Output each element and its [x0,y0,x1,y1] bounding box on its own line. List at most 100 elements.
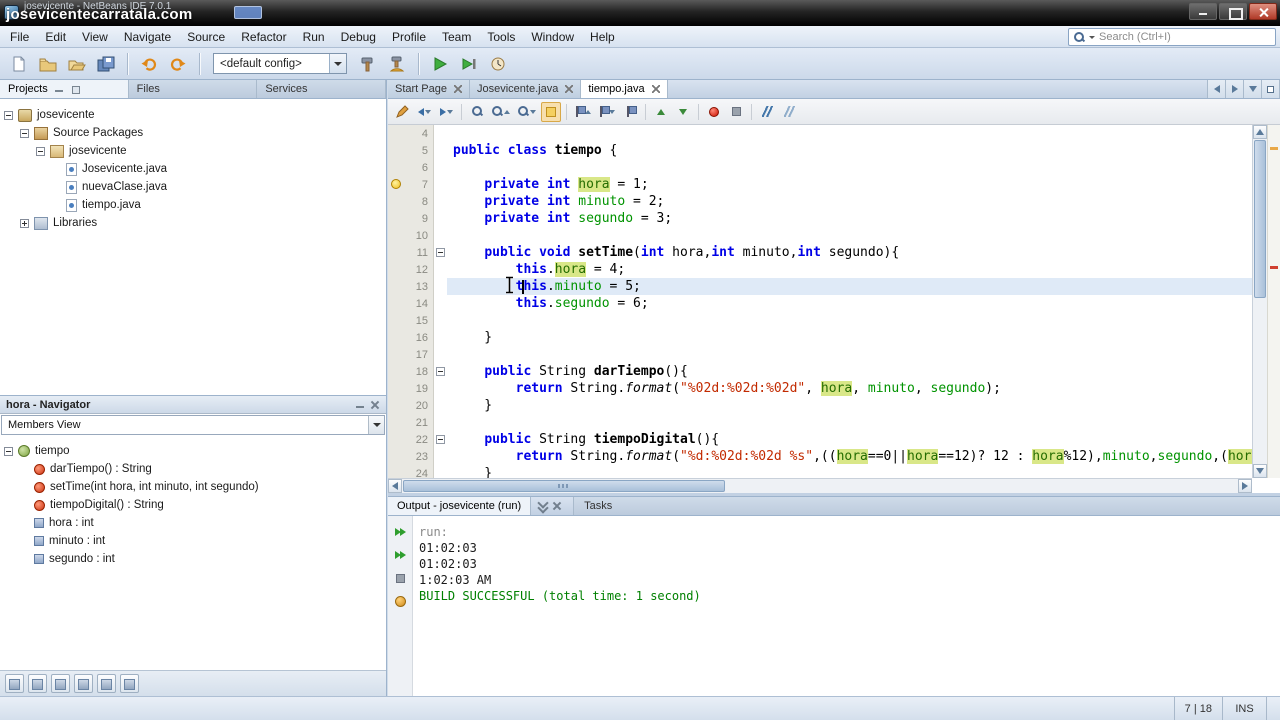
build-project-button[interactable] [355,51,381,77]
code-line-21[interactable]: 21 [388,414,1252,431]
vertical-scrollbar-thumb[interactable] [1254,140,1266,298]
code-line-6[interactable]: 6 [388,159,1252,176]
menu-item-debug[interactable]: Debug [333,27,384,47]
close-tab-icon[interactable] [565,85,574,93]
code-text[interactable]: return String.format("%d:%02d:%02d %s",(… [447,448,1252,465]
save-all-button[interactable] [93,51,119,77]
code-text[interactable]: public void setTime(int hora,int minuto,… [447,244,1252,261]
close-tab-icon[interactable] [651,85,660,93]
tree-item-tiempo[interactable]: tiempo [0,442,386,460]
editor-tab-start-page[interactable]: Start Page [388,80,470,98]
tree-item-libraries[interactable]: Libraries [0,214,386,232]
menu-item-navigate[interactable]: Navigate [116,27,179,47]
code-text[interactable]: } [447,329,1252,346]
collapse-handle-icon[interactable] [4,110,13,120]
menu-item-tools[interactable]: Tools [479,27,523,47]
code-text[interactable] [447,414,1252,431]
code-text[interactable]: private int minuto = 2; [447,193,1252,210]
show-static-filter-button[interactable] [51,674,70,693]
float-group-icon[interactable] [70,84,80,94]
code-line-18[interactable]: 18 public String darTiempo(){ [388,363,1252,380]
forward-button[interactable] [436,102,456,122]
horizontal-scrollbar[interactable] [388,478,1252,493]
close-navigator-icon[interactable] [370,400,380,410]
code-editor[interactable]: 4 5 public class tiempo {6 7 private int ho… [388,125,1252,478]
output-tab[interactable]: Output - josevicente (run) [388,497,532,515]
scroll-left-button[interactable] [388,479,402,493]
menu-item-view[interactable]: View [74,27,116,47]
code-line-7[interactable]: 7 private int hora = 1; [388,176,1252,193]
navigator-header[interactable]: hora - Navigator [0,396,386,414]
output-lines[interactable]: run: 01:02:03 01:02:03 1:02:03 AM BUILD SUCC… [413,516,1280,696]
code-line-19[interactable]: 19 return String.format("%02d:%02d:%02d"… [388,380,1252,397]
find-previous-button[interactable] [489,102,513,122]
resize-grip[interactable] [1266,697,1280,720]
code-line-16[interactable]: 16 } [388,329,1252,346]
back-button[interactable] [414,102,434,122]
menu-item-source[interactable]: Source [179,27,233,47]
previous-occurrence-button[interactable] [651,102,671,122]
comment-button[interactable] [757,102,777,122]
horizontal-scrollbar-thumb[interactable] [403,480,725,492]
menu-item-team[interactable]: Team [434,27,479,47]
tree-item-tiempodigital-string[interactable]: tiempoDigital() : String [0,496,386,514]
toggle-highlight-search-button[interactable] [541,101,561,122]
maximize-editor-button[interactable] [1262,80,1280,98]
code-line-10[interactable]: 10 [388,227,1252,244]
undo-button[interactable] [136,51,162,77]
previous-bookmark-button[interactable] [572,102,594,122]
tree-item-segundo-int[interactable]: segundo : int [0,550,386,568]
tree-item-minuto-int[interactable]: minuto : int [0,532,386,550]
close-output-icon[interactable] [552,501,562,511]
collapse-handle-icon[interactable] [20,128,29,138]
menu-item-file[interactable]: File [2,27,37,47]
next-occurrence-button[interactable] [673,102,693,122]
panel-tab-services[interactable]: Services [257,80,387,98]
code-text[interactable]: this.segundo = 6; [447,295,1252,312]
tree-item-josevicente-java[interactable]: Josevicente.java [0,160,386,178]
rerun-button[interactable] [391,524,409,540]
tree-item-josevicente[interactable]: josevicente [0,142,386,160]
tree-item-source-packages[interactable]: Source Packages [0,124,386,142]
fold-collapse-icon[interactable] [436,435,445,444]
editor-tab-josevicente-java[interactable]: Josevicente.java [469,80,582,98]
navigator-tree[interactable]: tiempo darTiempo() : String setTime(int ho… [0,438,386,670]
tree-item-dartiempo-string[interactable]: darTiempo() : String [0,460,386,478]
code-text[interactable]: return String.format("%02d:%02d:%02d", h… [447,380,1252,397]
clean-build-project-button[interactable] [384,51,410,77]
navigator-view-select[interactable]: Members View [1,415,385,435]
code-line-4[interactable]: 4 [388,125,1252,142]
fold-collapse-icon[interactable] [436,367,445,376]
minimize-window-button[interactable] [1189,3,1217,20]
redo-button[interactable] [165,51,191,77]
code-line-11[interactable]: 11 public void setTime(int hora,int minu… [388,244,1252,261]
code-line-20[interactable]: 20 } [388,397,1252,414]
start-macro-recording-button[interactable] [704,102,724,122]
menu-item-window[interactable]: Window [523,27,582,47]
code-text[interactable]: this.minuto = 5; [447,278,1252,295]
menu-item-help[interactable]: Help [582,27,623,47]
code-text[interactable] [447,346,1252,363]
minimize-navigator-icon[interactable] [355,400,365,410]
code-text[interactable]: private int segundo = 3; [447,210,1252,227]
show-fields-filter-button[interactable] [28,674,47,693]
code-text[interactable] [447,125,1252,142]
code-text[interactable]: } [447,465,1252,478]
maximize-window-button[interactable] [1219,3,1247,20]
collapse-handle-icon[interactable] [36,146,45,156]
stop-build-button[interactable] [391,570,409,586]
find-button[interactable] [467,102,487,122]
code-line-24[interactable]: 24 } [388,465,1252,478]
scroll-down-button[interactable] [1253,464,1267,478]
code-text[interactable]: public class tiempo { [447,142,1252,159]
code-line-5[interactable]: 5 public class tiempo { [388,142,1252,159]
scroll-tabs-left-button[interactable] [1208,80,1226,98]
code-line-12[interactable]: 12 this.hora = 4; [388,261,1252,278]
sort-alphabetically-button[interactable] [97,674,116,693]
code-line-17[interactable]: 17 [388,346,1252,363]
code-text[interactable] [447,227,1252,244]
panel-tab-projects[interactable]: Projects [0,80,129,98]
warning-mark[interactable] [1270,147,1278,150]
last-edit-position-button[interactable] [392,102,412,122]
tasks-tab[interactable]: Tasks [573,497,1280,515]
